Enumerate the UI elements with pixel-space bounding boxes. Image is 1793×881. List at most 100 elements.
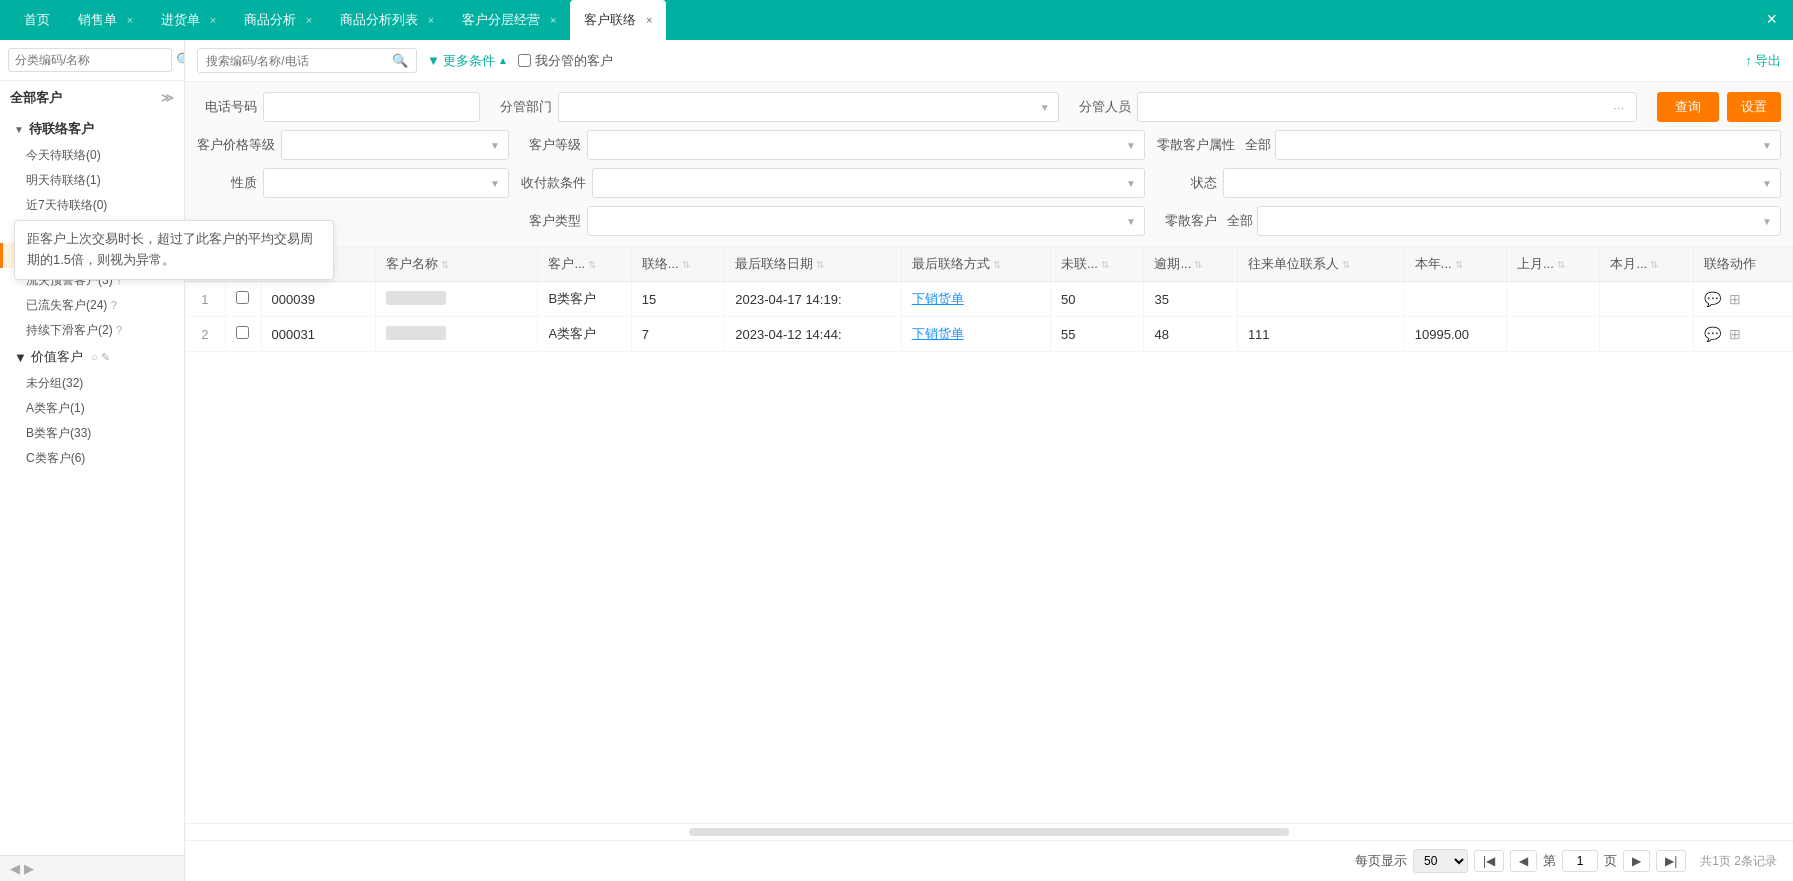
price-level-select[interactable]: ▼: [281, 130, 509, 160]
nav-close-analysis-list[interactable]: ×: [428, 14, 434, 26]
my-customers-filter: 我分管的客户: [518, 52, 613, 70]
nav-item-analysis[interactable]: 商品分析 ×: [230, 0, 326, 40]
col-action: 联络动作: [1693, 247, 1792, 282]
message-icon-1[interactable]: 💬: [1704, 291, 1721, 307]
cell-type-2: A类客户: [538, 317, 631, 352]
group-arrow-value: ▼: [14, 350, 27, 365]
cell-check-1: [225, 282, 261, 317]
filter-person: 分管人员 ···: [1071, 92, 1637, 122]
my-customers-checkbox[interactable]: [518, 54, 531, 67]
nav-item-sales[interactable]: 销售单 ×: [64, 0, 147, 40]
page-size-select[interactable]: 50 20 100: [1413, 849, 1468, 873]
nav-item-home[interactable]: 首页: [10, 0, 64, 40]
retail-select[interactable]: ▼: [1257, 206, 1781, 236]
sort-icon-year: ⇅: [1455, 259, 1463, 270]
first-page-btn[interactable]: |◀: [1474, 850, 1504, 872]
person-dots[interactable]: ···: [1609, 100, 1628, 115]
cust-level-select[interactable]: ▼: [587, 130, 1145, 160]
export-button[interactable]: ↑ 导出: [1746, 52, 1782, 70]
filter-phone: 电话号码: [197, 92, 480, 122]
gender-select[interactable]: ▼: [263, 168, 509, 198]
filter-price-level: 客户价格等级 ▼: [197, 130, 509, 160]
sort-icon-lmonth: ⇅: [1557, 259, 1565, 270]
toolbar: 🔍 ▼ 更多条件 ▲ 我分管的客户 ↑ 导出: [185, 40, 1793, 82]
message-icon-2[interactable]: 💬: [1704, 326, 1721, 342]
retail-attr-arrow: ▼: [1762, 140, 1772, 151]
last-page-btn[interactable]: ▶|: [1656, 850, 1686, 872]
dept-select[interactable]: ▼: [558, 92, 1058, 122]
nav-close-analysis[interactable]: ×: [306, 14, 312, 26]
nav-close-sales[interactable]: ×: [127, 14, 133, 26]
tree-item-today[interactable]: 今天待联络(0): [0, 143, 184, 168]
cust-type-arrow: ▼: [1126, 216, 1136, 227]
settings-button[interactable]: 设置: [1727, 92, 1781, 122]
tree-item-declining[interactable]: 持续下滑客户(2) ?: [0, 318, 184, 343]
nav-item-customer-contact[interactable]: 客户联络 ×: [570, 0, 666, 40]
col-name: 客户名称⇅: [375, 247, 538, 282]
nav-item-customer-layer[interactable]: 客户分层经营 ×: [448, 0, 570, 40]
method-link-1[interactable]: 下销货单: [912, 291, 964, 306]
sidebar-tree: ▼ 待联络客户 今天待联络(0) 明天待联络(1) 近7天待联络(0) 逾期未联…: [0, 115, 184, 855]
tree-group-pending[interactable]: ▼ 待联络客户: [0, 115, 184, 143]
person-select[interactable]: ···: [1137, 92, 1637, 122]
filter-retail-customers: 零散客户 全部 ▼: [1157, 206, 1781, 236]
method-link-2[interactable]: 下销货单: [912, 326, 964, 341]
page-input[interactable]: [1562, 850, 1598, 872]
more-conditions-btn[interactable]: ▼ 更多条件 ▲: [427, 52, 508, 70]
search-icon[interactable]: 🔍: [392, 53, 408, 68]
cell-rownum-1: 1: [185, 282, 225, 317]
grid-icon-2[interactable]: ⊞: [1729, 326, 1741, 342]
nav-close-customer-contact[interactable]: ×: [646, 14, 652, 26]
tree-group-value[interactable]: ▼ 价值客户 ○ ✎: [0, 343, 184, 371]
sidebar-search-icon[interactable]: 🔍: [176, 52, 185, 68]
tree-item-class-b[interactable]: B类客户(33): [0, 421, 184, 446]
cell-tmonth-1: [1600, 282, 1693, 317]
status-select[interactable]: ▼: [1223, 168, 1781, 198]
cell-method-2: 下销货单: [901, 317, 1050, 352]
cell-year-1: [1404, 282, 1506, 317]
filter-retail-attr: 零散客户属性 全部 ▼: [1157, 130, 1781, 160]
nav-item-analysis-list[interactable]: 商品分析列表 ×: [326, 0, 448, 40]
cell-code-2: 000031: [261, 317, 375, 352]
tree-item-class-a[interactable]: A类客户(1): [0, 396, 184, 421]
filter-cust-level: 客户等级 ▼: [521, 130, 1145, 160]
cell-contact-2: 7: [631, 317, 724, 352]
nav-close-customer-layer[interactable]: ×: [550, 14, 556, 26]
tree-item-churned[interactable]: 已流失客户(24) ?: [0, 293, 184, 318]
search-input[interactable]: [206, 54, 388, 68]
sidebar-search-input[interactable]: [8, 48, 172, 72]
row-checkbox-2[interactable]: [236, 326, 249, 339]
cell-name-1: [375, 282, 538, 317]
phone-input[interactable]: [263, 92, 480, 122]
cell-method-1: 下销货单: [901, 282, 1050, 317]
retail-attr-select[interactable]: ▼: [1275, 130, 1781, 160]
edit-icon-value[interactable]: ○ ✎: [91, 351, 110, 364]
nav-item-purchase[interactable]: 进货单 ×: [147, 0, 230, 40]
cell-year-2: 10995.00: [1404, 317, 1506, 352]
row-checkbox-1[interactable]: [236, 291, 249, 304]
help-icon-3: ?: [111, 299, 117, 311]
next-page-btn[interactable]: ▶: [1623, 850, 1650, 872]
cust-type-select[interactable]: ▼: [587, 206, 1145, 236]
per-page-label: 每页显示: [1355, 852, 1407, 870]
payment-select[interactable]: ▼: [592, 168, 1145, 198]
nav-close-purchase[interactable]: ×: [210, 14, 216, 26]
query-button[interactable]: 查询: [1657, 92, 1719, 122]
search-box: 🔍: [197, 48, 417, 73]
help-icon-4: ?: [116, 324, 122, 336]
sidebar-bottom-arrow[interactable]: ◀ ▶: [10, 861, 34, 876]
tree-item-7days[interactable]: 近7天待联络(0): [0, 193, 184, 218]
horizontal-scrollbar[interactable]: [689, 828, 1289, 836]
grid-icon-1[interactable]: ⊞: [1729, 291, 1741, 307]
tree-item-tomorrow[interactable]: 明天待联络(1): [0, 168, 184, 193]
cell-overdue-2: 48: [1144, 317, 1237, 352]
window-close-button[interactable]: ×: [1766, 10, 1777, 28]
tree-item-class-c[interactable]: C类客户(6): [0, 446, 184, 471]
table-row: 1 000039 B类客户 15 2023-04-17 14:19: 下销货单 …: [185, 282, 1793, 317]
gender-arrow: ▼: [490, 178, 500, 189]
tree-item-ungroups[interactable]: 未分组(32): [0, 371, 184, 396]
sidebar-collapse-icon[interactable]: ≫: [161, 91, 174, 105]
sort-icon-contact: ⇅: [682, 259, 690, 270]
filter-gender: 性质 ▼: [197, 168, 509, 198]
prev-page-btn[interactable]: ◀: [1510, 850, 1537, 872]
